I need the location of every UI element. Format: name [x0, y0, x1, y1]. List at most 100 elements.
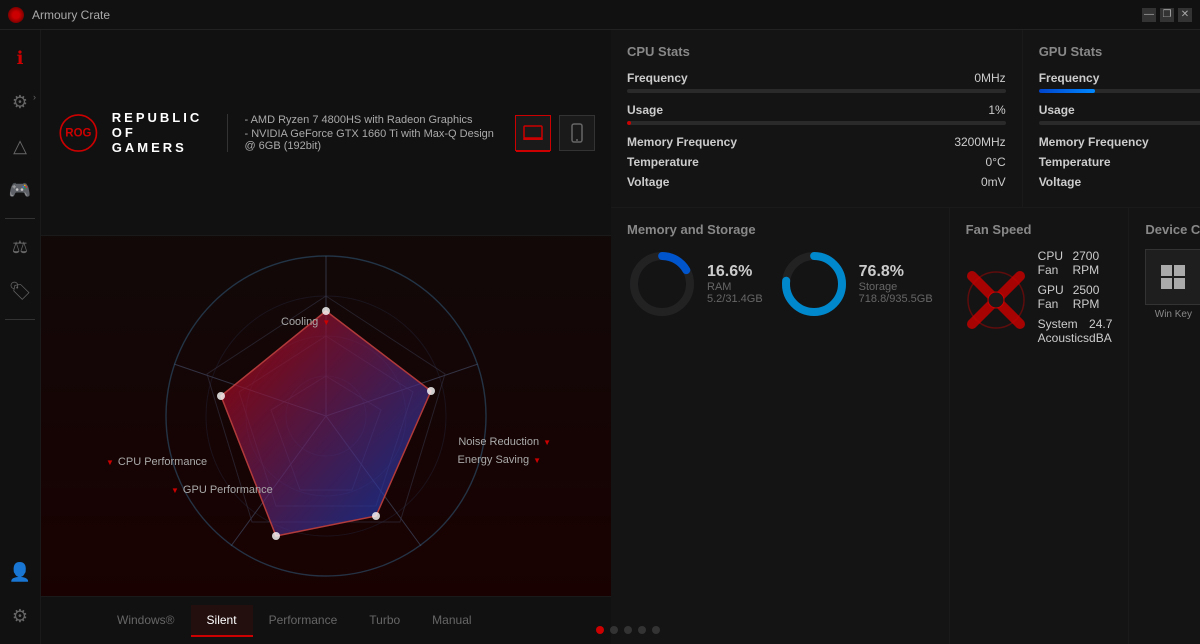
ram-donut-label: 16.6% RAM 5.2/31.4GB — [707, 263, 763, 305]
device-cpu: AMD Ryzen 7 4800HS with Radeon Graphics — [244, 114, 499, 126]
ram-donut-item: 16.6% RAM 5.2/31.4GB — [627, 249, 763, 319]
nav-dot-4[interactable] — [638, 626, 646, 634]
cpu-voltage-value: 0mV — [981, 175, 1006, 189]
sidebar-bottom: 👤 ⚙ — [0, 552, 40, 636]
cpu-usage-bar-fill — [627, 121, 631, 125]
win-key-label: Win Key — [1155, 309, 1192, 320]
memory-storage-title: Memory and Storage — [627, 222, 933, 237]
acoustics-row: System Acoustics 24.7 dBA — [1038, 317, 1113, 345]
cpu-fan-row: CPU Fan 2700 RPM — [1038, 249, 1113, 277]
gpu-fan-value: 2500 RPM — [1073, 283, 1113, 311]
sidebar-item-system[interactable]: ⚙ › — [0, 82, 40, 122]
sidebar: ℹ ⚙ › △ 🎮 ⚖ 🏷 👤 ⚙ — [0, 30, 41, 644]
cpu-frequency-value: 0MHz — [974, 71, 1005, 85]
cpu-usage-label: Usage — [627, 103, 663, 117]
storage-donut — [779, 249, 849, 319]
ram-detail: 5.2/31.4GB — [707, 293, 763, 305]
energy-arrow: ▼ — [533, 456, 541, 465]
storage-percentage: 76.8% — [859, 263, 933, 281]
sidebar-item-settings[interactable]: ⚙ — [0, 596, 40, 636]
close-button[interactable]: ✕ — [1178, 8, 1192, 22]
cpu-mem-freq-row: Memory Frequency 3200MHz — [627, 135, 1006, 149]
republic-text: REPUBLIC OF — [112, 110, 212, 140]
system-icon: ⚙ — [12, 92, 28, 113]
title-bar: Armoury Crate — ❐ ✕ — [0, 0, 1200, 30]
cpu-usage-value: 1% — [988, 103, 1005, 117]
nav-dot-5[interactable] — [652, 626, 660, 634]
fan-speed-panel: Fan Speed — [950, 208, 1129, 644]
cpu-temp-value: 0°C — [986, 155, 1006, 169]
fan-icon-area: CPU Fan 2700 RPM GPU Fan 2500 RPM System… — [966, 249, 1113, 351]
tag-icon: 🏷 — [9, 281, 32, 302]
cpu-fan-value: 2700 RPM — [1072, 249, 1112, 277]
cpu-temp-row: Temperature 0°C — [627, 155, 1006, 169]
app-header: ROG REPUBLIC OF GAMERS AMD Ryzen 7 4800H… — [41, 30, 611, 236]
cpu-voltage-row: Voltage 0mV — [627, 175, 1006, 189]
cooling-arrow: ▼ — [322, 318, 330, 327]
info-icon: ℹ — [17, 48, 24, 69]
cpu-temp-label: Temperature — [627, 155, 699, 169]
nav-dot-1[interactable] — [596, 626, 604, 634]
device-config-title: Device Configuration — [1145, 222, 1200, 237]
laptop-view-button[interactable] — [515, 115, 551, 151]
bottom-row: Memory and Storage — [611, 208, 1200, 644]
equalizer-icon: ⚖ — [12, 237, 28, 258]
svg-text:ROG: ROG — [65, 127, 91, 139]
window-controls[interactable]: — ❐ ✕ — [1142, 8, 1192, 22]
sidebar-item-tag[interactable]: 🏷 — [0, 271, 40, 311]
gpu-usage-row: Usage 0% — [1039, 103, 1200, 117]
fan-speed-title: Fan Speed — [966, 222, 1113, 237]
gamepad-icon: 🎮 — [9, 180, 31, 201]
sidebar-item-info[interactable]: ℹ — [0, 38, 40, 78]
left-panel: ROG REPUBLIC OF GAMERS AMD Ryzen 7 4800H… — [41, 30, 611, 644]
gpu-frequency-label: Frequency — [1039, 71, 1100, 85]
noise-arrow: ▼ — [543, 438, 551, 447]
gpu-fan-row: GPU Fan 2500 RPM — [1038, 283, 1113, 311]
sidebar-item-equalizer[interactable]: ⚖ — [0, 227, 40, 267]
sidebar-item-gamepad[interactable]: 🎮 — [0, 170, 40, 210]
phone-view-button[interactable] — [559, 115, 595, 151]
gpu-voltage-row: Voltage 618mV — [1039, 175, 1200, 189]
laptop-icon — [523, 125, 543, 141]
title-bar-left: Armoury Crate — [8, 7, 110, 23]
storage-donut-item: 76.8% Storage 718.8/935.5GB — [779, 249, 933, 319]
restore-button[interactable]: ❐ — [1160, 8, 1174, 22]
sidebar-item-profile[interactable]: 👤 — [0, 552, 40, 592]
cpu-arrow: ▼ — [106, 458, 114, 467]
gpu-temp-label: Temperature — [1039, 155, 1111, 169]
cpu-mem-freq-value: 3200MHz — [954, 135, 1005, 149]
settings-icon: ⚙ — [12, 606, 28, 627]
memory-storage-panel: Memory and Storage — [611, 208, 949, 644]
gpu-fan-label: GPU Fan — [1038, 283, 1073, 311]
nav-dot-3[interactable] — [624, 626, 632, 634]
bottom-nav[interactable] — [56, 620, 1200, 640]
gpu-stats-title: GPU Stats — [1039, 44, 1200, 59]
fan-cross-icon — [966, 270, 1026, 330]
win-key-icon-box[interactable] — [1145, 249, 1200, 305]
sidebar-divider — [5, 218, 35, 219]
gpu-arrow: ▼ — [171, 486, 179, 495]
fan-svg — [966, 270, 1026, 330]
header-brand: REPUBLIC OF GAMERS — [112, 110, 212, 155]
profile-icon: 👤 — [9, 562, 31, 583]
minimize-button[interactable]: — — [1142, 8, 1156, 22]
phone-icon — [571, 123, 583, 143]
device-config-panel: Device Configuration W — [1129, 208, 1200, 644]
sidebar-divider-2 — [5, 319, 35, 320]
storage-type-label: Storage — [859, 281, 933, 293]
device-icons[interactable]: Win Key ROG Key — [1145, 249, 1200, 331]
donut-row: 16.6% RAM 5.2/31.4GB — [627, 249, 933, 319]
gpu-temp-row: Temperature 42°C — [1039, 155, 1200, 169]
stats-row-top: CPU Stats Frequency 0MHz Usage 1% — [611, 30, 1200, 207]
acoustics-label: System Acoustics — [1038, 317, 1089, 345]
nav-dot-2[interactable] — [610, 626, 618, 634]
header-actions[interactable] — [515, 115, 595, 151]
storage-detail: 718.8/935.5GB — [859, 293, 933, 305]
win-key-item[interactable]: Win Key — [1145, 249, 1200, 331]
sidebar-item-aura[interactable]: △ — [0, 126, 40, 166]
gamers-text: GAMERS — [112, 140, 212, 155]
gpu-frequency-bar — [1039, 89, 1200, 93]
gpu-frequency-bar-fill — [1039, 89, 1096, 93]
ram-percentage: 16.6% — [707, 263, 763, 281]
ram-donut-svg — [627, 249, 697, 319]
